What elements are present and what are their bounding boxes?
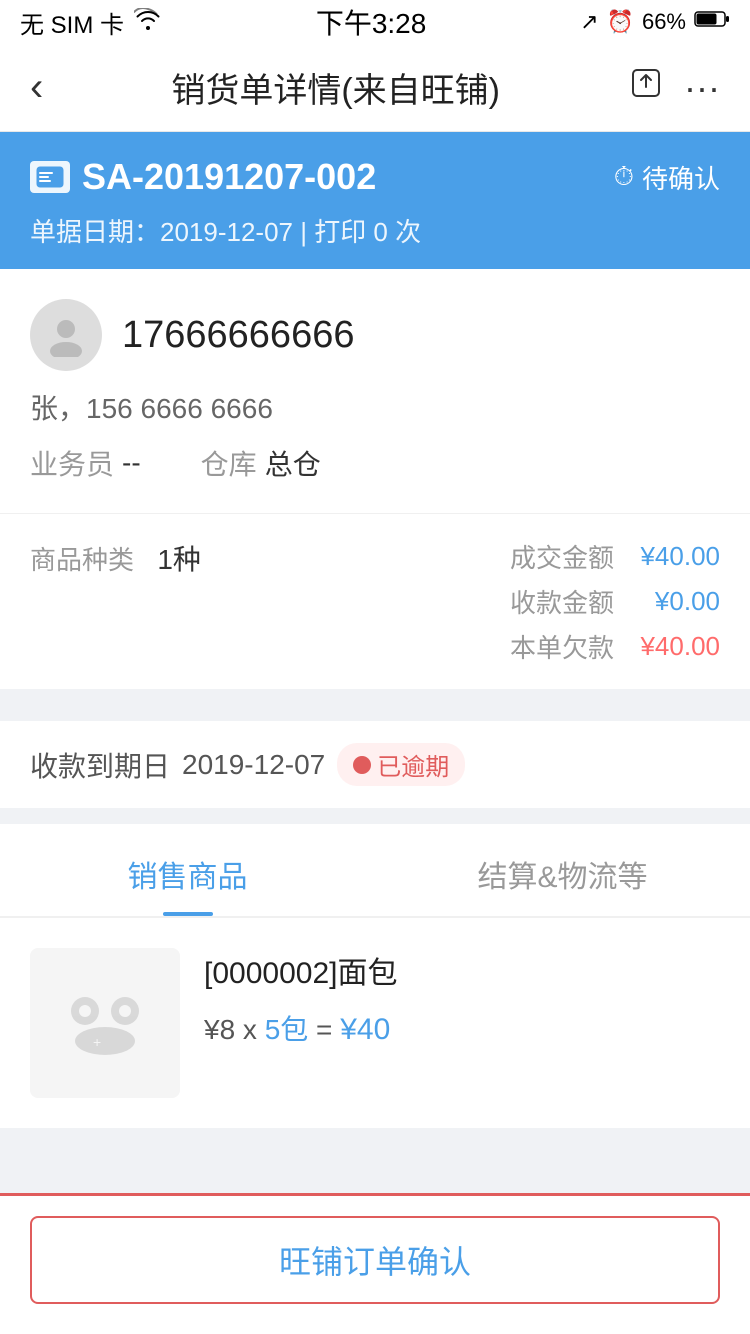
due-value: 2019-12-07 bbox=[182, 749, 325, 781]
location-icon: ↗ bbox=[580, 9, 598, 35]
price-text: ¥8 x bbox=[204, 1014, 265, 1045]
product-price: ¥8 x 5包 = ¥40 bbox=[204, 1008, 720, 1048]
order-status-badge: ⏱ 待确认 bbox=[614, 159, 720, 196]
owed-label: 本单欠款 bbox=[510, 628, 614, 665]
bottom-action-bar: 旺铺订单确认 bbox=[0, 1193, 750, 1334]
product-name: [0000002]面包 bbox=[204, 948, 720, 992]
avatar bbox=[30, 299, 102, 371]
overdue-badge: 已逾期 bbox=[337, 743, 465, 786]
customer-name-detail: 张，156 6666 6666 bbox=[30, 387, 720, 427]
battery-label: 66% bbox=[642, 9, 686, 35]
page-title: 销货单详情(来自旺铺) bbox=[171, 63, 500, 112]
received-label: 收款金额 bbox=[510, 583, 614, 620]
battery-icon bbox=[694, 9, 730, 35]
share-icon[interactable] bbox=[628, 65, 664, 110]
tab-settlement-logistics[interactable]: 结算&物流等 bbox=[375, 824, 750, 916]
product-info: [0000002]面包 ¥8 x 5包 = ¥40 bbox=[204, 948, 720, 1048]
tab-sales-products[interactable]: 销售商品 bbox=[0, 824, 375, 916]
deal-amount-label: 成交金额 bbox=[510, 538, 614, 575]
status-right: ↗ ⏰ 66% bbox=[580, 9, 730, 35]
tabs-section: 销售商品 结算&物流等 bbox=[0, 808, 750, 918]
customer-section: 17666666666 张，156 6666 6666 业务员 -- 仓库 总仓 bbox=[0, 269, 750, 513]
svg-text:+: + bbox=[93, 1034, 101, 1050]
price-total: ¥40 bbox=[340, 1013, 390, 1046]
status-bar: 无 SIM 卡 下午3:28 ↗ ⏰ 66% bbox=[0, 0, 750, 44]
alarm-icon: ⏰ bbox=[607, 9, 634, 35]
warehouse-label: 仓库 bbox=[201, 443, 257, 483]
status-left: 无 SIM 卡 bbox=[20, 5, 162, 40]
order-icon bbox=[30, 161, 70, 193]
product-type-label: 商品种类 bbox=[30, 545, 134, 575]
back-button[interactable]: ‹ bbox=[30, 65, 43, 110]
header-date: 单据日期：2019-12-07 | 打印 0 次 bbox=[30, 212, 720, 249]
product-type-value: 1种 bbox=[157, 544, 201, 575]
nav-bar: ‹ 销货单详情(来自旺铺) ··· bbox=[0, 44, 750, 132]
nav-actions: ··· bbox=[628, 65, 720, 110]
received-value: ¥0.00 bbox=[630, 586, 720, 617]
due-label: 收款到期日 bbox=[30, 745, 170, 785]
customer-meta: 业务员 -- 仓库 总仓 bbox=[30, 443, 720, 483]
customer-phone: 17666666666 bbox=[122, 314, 354, 357]
product-thumbnail: + bbox=[30, 948, 180, 1098]
deal-amount-value: ¥40.00 bbox=[630, 541, 720, 572]
status-time: 下午3:28 bbox=[316, 2, 427, 42]
clock-icon: ⏱ bbox=[614, 161, 634, 193]
warehouse-value: 总仓 bbox=[265, 443, 321, 483]
product-section: + [0000002]面包 ¥8 x 5包 = ¥40 bbox=[0, 918, 750, 1128]
more-icon[interactable]: ··· bbox=[684, 67, 720, 109]
sales-rep-label: 业务员 bbox=[30, 443, 114, 483]
overdue-dot-icon bbox=[353, 756, 371, 774]
amount-details: 成交金额 ¥40.00 收款金额 ¥0.00 本单欠款 ¥40.00 bbox=[510, 538, 720, 665]
order-id: SA-20191207-002 bbox=[30, 156, 376, 198]
product-type: 商品种类 1种 bbox=[30, 538, 201, 578]
customer-header: 17666666666 bbox=[30, 299, 720, 371]
wifi-icon bbox=[134, 8, 162, 37]
owed-value: ¥40.00 bbox=[630, 631, 720, 662]
price-equals: = bbox=[308, 1014, 340, 1045]
price-qty: 5包 bbox=[265, 1014, 309, 1045]
carrier-label: 无 SIM 卡 bbox=[20, 5, 124, 40]
amount-section: 商品种类 1种 成交金额 ¥40.00 收款金额 ¥0.00 本单欠款 ¥40.… bbox=[0, 513, 750, 689]
header-card: SA-20191207-002 ⏱ 待确认 单据日期：2019-12-07 | … bbox=[0, 132, 750, 269]
due-section: 收款到期日 2019-12-07 已逾期 bbox=[0, 705, 750, 808]
overdue-text: 已逾期 bbox=[377, 747, 449, 782]
sales-rep-value: -- bbox=[122, 447, 141, 479]
confirm-button[interactable]: 旺铺订单确认 bbox=[30, 1216, 720, 1304]
